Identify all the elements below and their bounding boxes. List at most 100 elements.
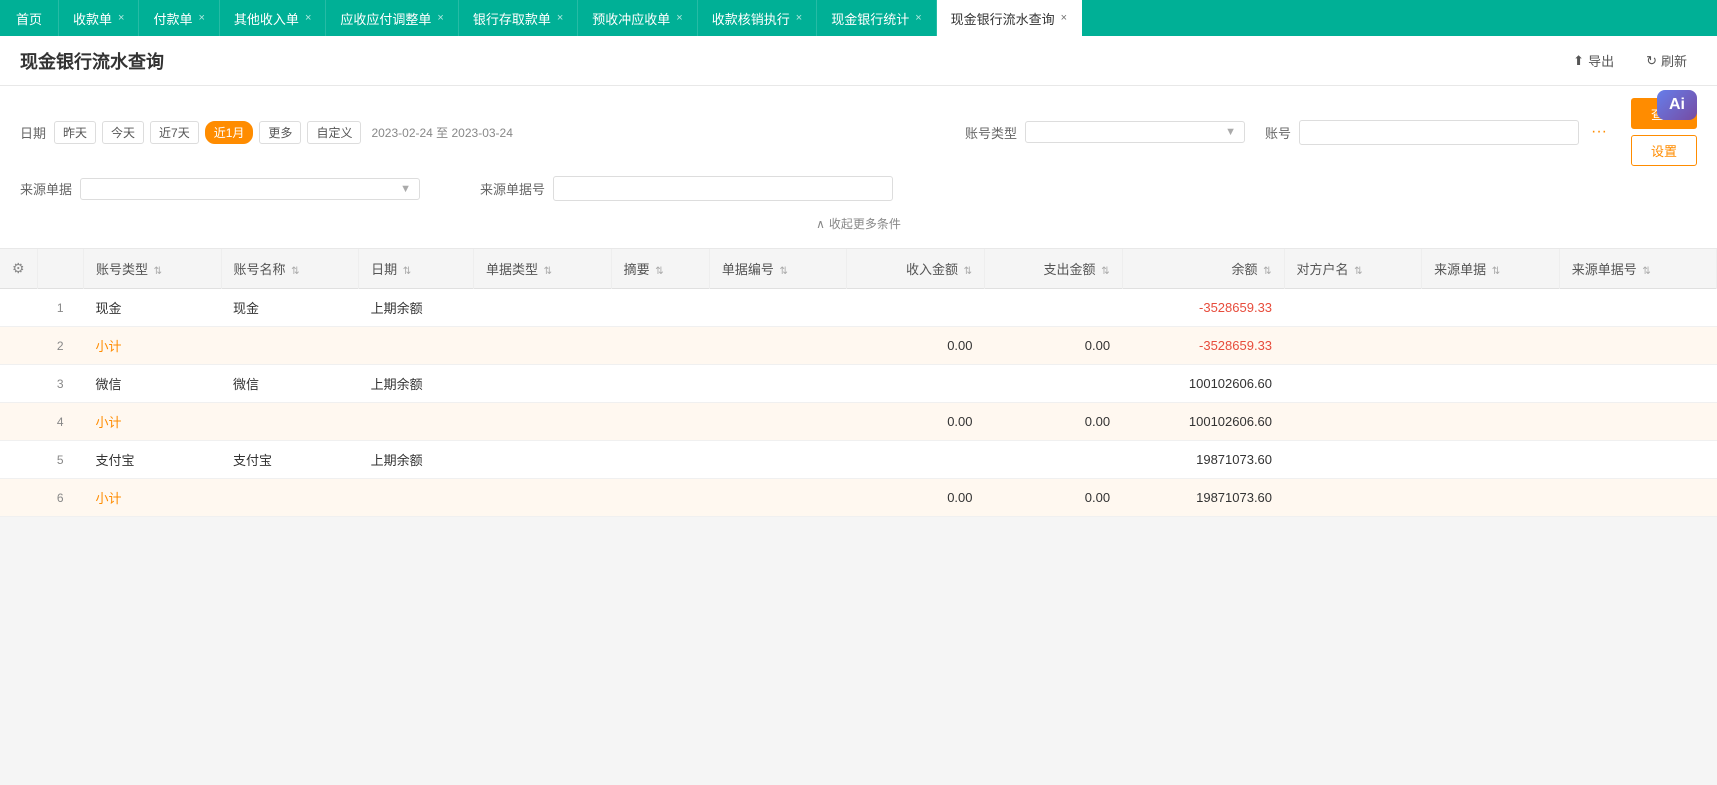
setting-button[interactable]: 设置 (1631, 135, 1697, 166)
cell-income: 0.00 (847, 403, 985, 441)
cell-doc_type (473, 479, 611, 517)
filter-area: 日期 昨天 今天 近7天 近1月 更多 自定义 2023-02-24 至 202… (0, 86, 1717, 249)
sort-icon: ⇅ (655, 266, 663, 277)
nav-tab-8[interactable]: 现金银行流水查询 × (937, 0, 1082, 36)
source-doc-no-input[interactable] (553, 176, 893, 201)
col-num (37, 249, 83, 289)
sort-icon: ⇅ (1263, 266, 1271, 277)
col-date[interactable]: 日期 ⇅ (359, 249, 474, 289)
nav-tab-2[interactable]: 其他收入单 × (220, 0, 326, 36)
nav-tab-7[interactable]: 现金银行统计 × (817, 0, 936, 36)
date-range-text: 2023-02-24 至 2023-03-24 (371, 124, 512, 141)
col-account-name[interactable]: 账号名称 ⇅ (221, 249, 359, 289)
cell-account_name (221, 479, 359, 517)
cell-source_doc_no (1559, 441, 1716, 479)
cell-balance: -3528659.33 (1122, 289, 1284, 327)
sort-icon: ⇅ (544, 266, 552, 277)
col-doc-type[interactable]: 单据类型 ⇅ (473, 249, 611, 289)
cell-doc_no (709, 289, 847, 327)
cell-income (847, 289, 985, 327)
account-type-select[interactable]: ▼ (1025, 121, 1245, 143)
col-account-type[interactable]: 账号类型 ⇅ (83, 249, 221, 289)
cell-expense (985, 289, 1123, 327)
cell-doc_no (709, 441, 847, 479)
cell-source_doc (1422, 289, 1560, 327)
cell-summary (611, 479, 709, 517)
nav-tab-1[interactable]: 付款单 × (139, 0, 219, 36)
col-summary[interactable]: 摘要 ⇅ (611, 249, 709, 289)
cell-summary (611, 365, 709, 403)
col-source-doc-no[interactable]: 来源单据号 ⇅ (1559, 249, 1716, 289)
filter-row-1: 日期 昨天 今天 近7天 近1月 更多 自定义 2023-02-24 至 202… (20, 98, 1697, 166)
gear-cell (0, 403, 37, 441)
cell-date: 上期余额 (359, 365, 474, 403)
close-icon[interactable]: × (557, 12, 563, 24)
row-number: 6 (37, 479, 83, 517)
nav-tab-4[interactable]: 银行存取款单 × (459, 0, 578, 36)
gear-cell (0, 327, 37, 365)
settings-icon[interactable]: ⚙ (12, 260, 25, 276)
sort-icon: ⇅ (1642, 266, 1650, 277)
col-balance[interactable]: 余额 ⇅ (1122, 249, 1284, 289)
close-icon[interactable]: × (118, 12, 124, 24)
cell-date (359, 403, 474, 441)
close-icon[interactable]: × (437, 12, 443, 24)
collapse-row: ∧ 收起更多条件 (20, 211, 1697, 236)
close-icon[interactable]: × (1061, 12, 1067, 24)
source-doc-select[interactable]: ▼ (80, 178, 420, 200)
cell-source_doc_no (1559, 365, 1716, 403)
table-body: 1现金现金上期余额-3528659.332小计0.000.00-3528659.… (0, 289, 1717, 517)
nav-tab-5[interactable]: 预收冲应收单 × (578, 0, 697, 36)
sort-icon: ⇅ (1101, 266, 1109, 277)
gear-cell (0, 441, 37, 479)
cell-counterparty (1284, 403, 1422, 441)
table-row: 4小计0.000.00100102606.60 (0, 403, 1717, 441)
cell-income: 0.00 (847, 479, 985, 517)
cell-doc_no (709, 365, 847, 403)
close-icon[interactable]: × (915, 12, 921, 24)
col-expense[interactable]: 支出金额 ⇅ (985, 249, 1123, 289)
nav-tab-6[interactable]: 收款核销执行 × (698, 0, 817, 36)
account-type-label: 账号类型 (965, 123, 1017, 142)
date-btn-custom[interactable]: 自定义 (307, 121, 361, 144)
cell-source_doc (1422, 441, 1560, 479)
table-container: ⚙ 账号类型 ⇅ 账号名称 ⇅ 日期 ⇅ 单据类型 ⇅ (0, 249, 1717, 517)
export-icon: ⬆ (1573, 53, 1584, 69)
col-counterparty[interactable]: 对方户名 ⇅ (1284, 249, 1422, 289)
date-btn-7days[interactable]: 近7天 (150, 121, 199, 144)
date-btn-today[interactable]: 今天 (102, 121, 144, 144)
cell-source_doc (1422, 365, 1560, 403)
gear-col-header: ⚙ (0, 249, 37, 289)
sort-icon: ⇅ (1354, 266, 1362, 277)
close-icon[interactable]: × (676, 12, 682, 24)
account-type-group: 账号类型 ▼ (965, 121, 1245, 143)
date-btn-1month[interactable]: 近1月 (205, 121, 254, 144)
nav-tab-3[interactable]: 应收应付调整单 × (326, 0, 458, 36)
date-label: 日期 (20, 123, 46, 142)
date-btn-yesterday[interactable]: 昨天 (54, 121, 96, 144)
col-source-doc[interactable]: 来源单据 ⇅ (1422, 249, 1560, 289)
dots-icon[interactable]: ··· (1587, 123, 1611, 141)
cell-counterparty (1284, 289, 1422, 327)
account-input[interactable] (1299, 120, 1579, 145)
table-row: 1现金现金上期余额-3528659.33 (0, 289, 1717, 327)
collapse-button[interactable]: ∧ 收起更多条件 (816, 215, 901, 232)
close-icon[interactable]: × (796, 12, 802, 24)
ai-badge[interactable]: Ai (1657, 90, 1697, 120)
filter-row-2: 来源单据 ▼ 来源单据号 (20, 176, 1697, 201)
date-btn-more[interactable]: 更多 (259, 121, 301, 144)
top-nav: 首页 收款单 × 付款单 × 其他收入单 × 应收应付调整单 × 银行存取款单 … (0, 0, 1717, 36)
close-icon[interactable]: × (305, 12, 311, 24)
cell-source_doc_no (1559, 479, 1716, 517)
nav-home[interactable]: 首页 (0, 0, 59, 36)
cell-balance: -3528659.33 (1122, 327, 1284, 365)
col-income[interactable]: 收入金额 ⇅ (847, 249, 985, 289)
close-icon[interactable]: × (198, 12, 204, 24)
nav-tab-0[interactable]: 收款单 × (59, 0, 139, 36)
export-button[interactable]: ⬆ 导出 (1563, 46, 1624, 75)
col-doc-no[interactable]: 单据编号 ⇅ (709, 249, 847, 289)
refresh-button[interactable]: ↻ 刷新 (1636, 46, 1697, 75)
cell-counterparty (1284, 327, 1422, 365)
cell-summary (611, 403, 709, 441)
account-group: 账号 ··· (1265, 120, 1611, 145)
